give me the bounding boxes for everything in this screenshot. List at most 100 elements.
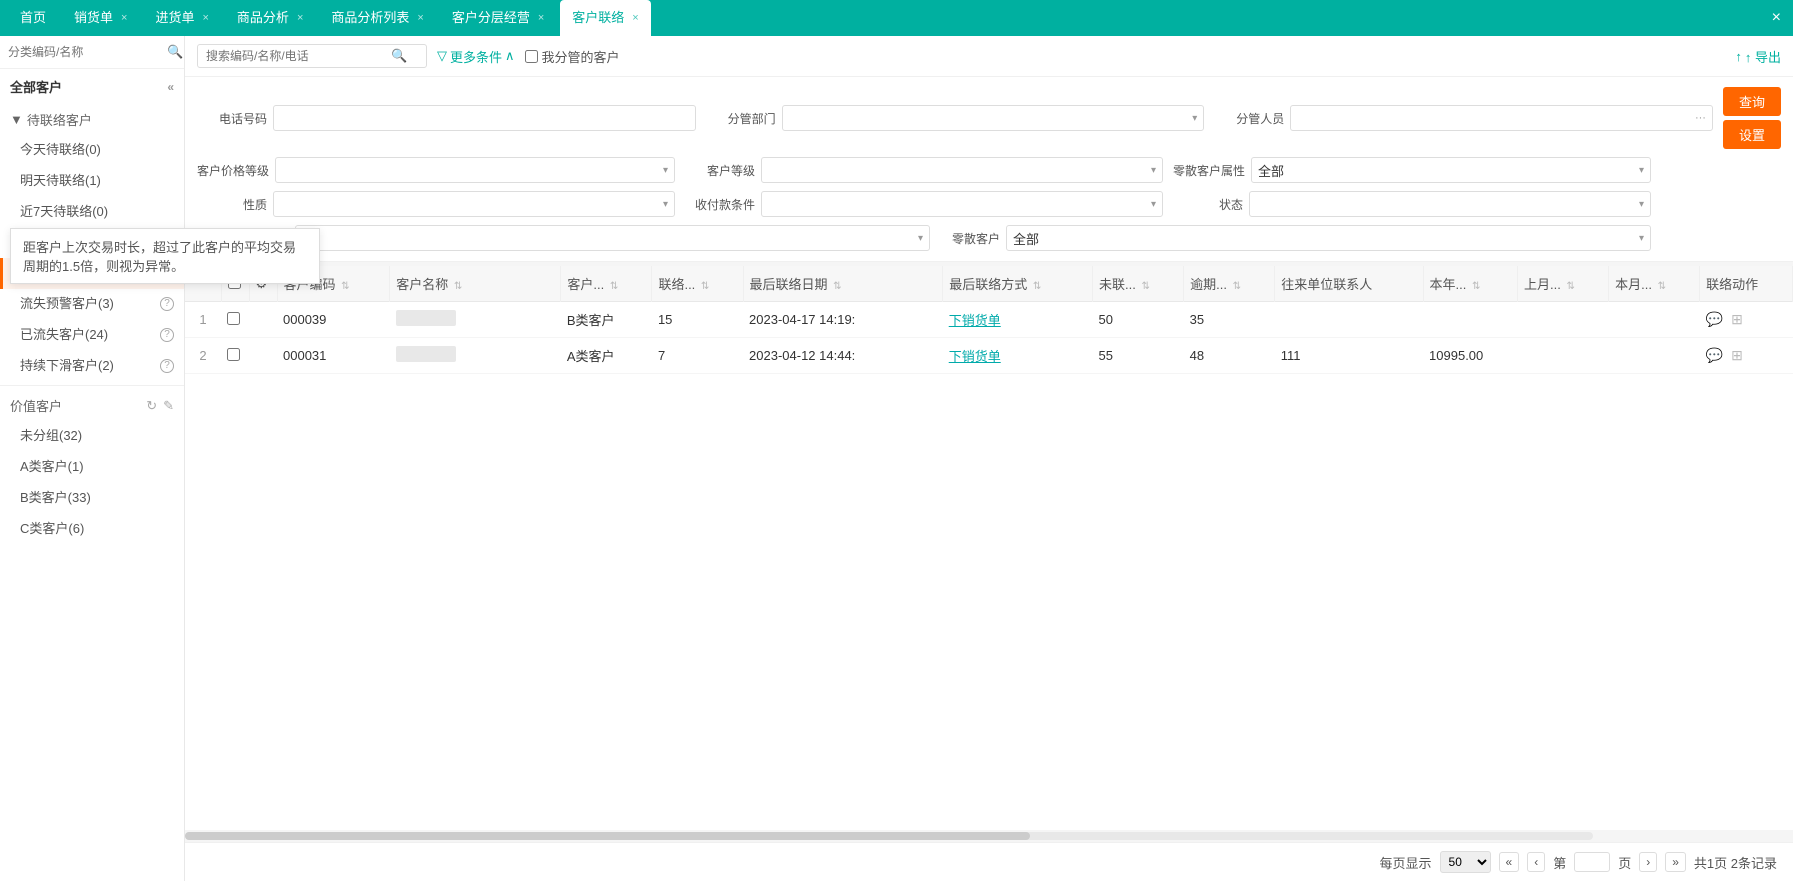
td-checkbox-1[interactable] [221, 302, 249, 338]
status-input[interactable]: ▾ [1249, 191, 1651, 217]
nav-tab-purchase[interactable]: 进货单 × [143, 0, 220, 36]
refresh-icon[interactable]: ↻ [146, 398, 157, 414]
nav-tab-sales[interactable]: 销货单 × [62, 0, 139, 36]
td-this-month-1 [1609, 302, 1700, 338]
td-overdue-1: 35 [1184, 302, 1275, 338]
th-category[interactable]: 客户... ⇅ [561, 266, 652, 302]
nav-tab-home[interactable]: 首页 [8, 0, 58, 36]
price-level-input[interactable]: ▾ [275, 157, 675, 183]
search-icon[interactable]: 🔍 [391, 48, 407, 64]
name-placeholder-1 [396, 310, 456, 326]
nav-tab-analysis-list[interactable]: 商品分析列表 × [319, 0, 435, 36]
th-contact[interactable]: 联络... ⇅ [652, 266, 743, 302]
nav-tab-sales-label: 销货单 [74, 0, 113, 36]
query-button[interactable]: 查询 [1723, 87, 1781, 116]
sidebar-item-declining[interactable]: 持续下滑客户(2) ? [0, 351, 184, 382]
th-last-contact-method[interactable]: 最后联络方式 ⇅ [943, 266, 1093, 302]
close-icon-customer-contact[interactable]: × [632, 0, 638, 36]
search-input[interactable] [206, 49, 386, 63]
chat-icon-1[interactable]: 💬 [1706, 311, 1723, 328]
close-icon-purchase[interactable]: × [202, 0, 208, 36]
export-button[interactable]: ↑ ↑ 导出 [1735, 47, 1781, 66]
sidebar-collapse-button[interactable]: « [167, 80, 174, 94]
sidebar-item-a-class[interactable]: A类客户(1) [0, 452, 184, 483]
sidebar-item-c-class[interactable]: C类客户(6) [0, 514, 184, 545]
dept-input[interactable]: ▾ [782, 105, 1205, 131]
sidebar-item-churn-warning[interactable]: 流失预警客户(3) ? [0, 289, 184, 320]
row-checkbox-1[interactable] [227, 312, 240, 325]
action-icons-1: 💬 ⊞ [1706, 311, 1787, 328]
my-customers-checkbox[interactable] [525, 50, 538, 63]
first-page-button[interactable]: « [1499, 852, 1520, 872]
toolbar: 🔍 ▽ 更多条件 ∧ 我分管的客户 ↑ ↑ 导出 [185, 36, 1793, 77]
td-date-2: 2023-04-12 14:44: [743, 338, 943, 374]
th-last-month[interactable]: 上月... ⇅ [1518, 266, 1609, 302]
person-input[interactable]: ··· [1290, 105, 1713, 131]
customer-level-input[interactable]: ▾ [761, 157, 1163, 183]
sort-icon-category: ⇅ [610, 281, 618, 292]
chat-icon-2[interactable]: 💬 [1706, 347, 1723, 364]
th-name[interactable]: 客户名称 ⇅ [390, 266, 561, 302]
sidebar-item-today[interactable]: 今天待联络(0) [0, 135, 184, 166]
my-customers-checkbox-label[interactable]: 我分管的客户 [525, 47, 620, 66]
h-scrollbar-track[interactable] [185, 832, 1593, 840]
sort-icon-date: ⇅ [833, 281, 841, 292]
main-layout: 🔍 全部客户 « ▼ 待联络客户 今天待联络(0) 明天待联络(1) 近7天待联… [0, 36, 1793, 881]
grid-icon-2[interactable]: ⊞ [1731, 347, 1743, 364]
phone-input[interactable] [273, 105, 696, 131]
method-link-2[interactable]: 下销货单 [949, 349, 1001, 364]
close-icon-customer-layer[interactable]: × [538, 0, 544, 36]
td-checkbox-2[interactable] [221, 338, 249, 374]
nav-tab-customer-layer[interactable]: 客户分层经营 × [440, 0, 556, 36]
sidebar-item-tomorrow[interactable]: 明天待联络(1) [0, 166, 184, 197]
th-unreached[interactable]: 未联... ⇅ [1093, 266, 1184, 302]
nav-tab-customer-contact[interactable]: 客户联络 × [560, 0, 650, 36]
td-method-2[interactable]: 下销货单 [943, 338, 1093, 374]
retail-attr-input[interactable]: 全部▾ [1251, 157, 1651, 183]
td-method-1[interactable]: 下销货单 [943, 302, 1093, 338]
per-page-select[interactable]: 50 100 200 [1440, 851, 1491, 873]
sidebar-section-value[interactable]: 价值客户 ↻ ✎ [0, 390, 184, 421]
retail-customer-input[interactable]: 全部▾ [1006, 225, 1651, 251]
row-checkbox-2[interactable] [227, 348, 240, 361]
gender-input[interactable]: ▾ [273, 191, 675, 217]
td-last-month-2 [1518, 338, 1609, 374]
th-this-month[interactable]: 本月... ⇅ [1609, 266, 1700, 302]
sidebar-item-7days[interactable]: 近7天待联络(0) [0, 197, 184, 228]
close-icon-sales[interactable]: × [121, 0, 127, 36]
gender-label: 性质 [197, 196, 267, 213]
close-icon-analysis[interactable]: × [297, 0, 303, 36]
sidebar-item-b-class[interactable]: B类客户(33) [0, 483, 184, 514]
filter-cell-retail-attr: 零散客户属性 全部▾ [1173, 157, 1651, 183]
th-last-contact-date[interactable]: 最后联络日期 ⇅ [743, 266, 943, 302]
td-empty-2 [249, 338, 277, 374]
sidebar-item-ungrouped[interactable]: 未分组(32) [0, 421, 184, 452]
filter-cell-payment: 收付款条件 ▾ [685, 191, 1163, 217]
anomaly-tooltip: 距客户上次交易时长，超过了此客户的平均交易周期的1.5倍，则视为异常。 [10, 228, 185, 284]
close-icon-analysis-list[interactable]: × [417, 0, 423, 36]
page-input[interactable]: 1 [1574, 852, 1610, 872]
sidebar-section-pending[interactable]: ▼ 待联络客户 [0, 104, 184, 135]
sidebar-item-churned[interactable]: 已流失客户(24) ? [0, 320, 184, 351]
prev-page-button[interactable]: ‹ [1527, 852, 1545, 872]
window-close-button[interactable]: × [1772, 9, 1781, 27]
customer-type-input[interactable]: ▾ [295, 225, 930, 251]
edit-icon[interactable]: ✎ [163, 398, 174, 414]
next-page-button[interactable]: › [1639, 852, 1657, 872]
filter-panel: 电话号码 分管部门 ▾ 分管人员 ··· 查询 设置 [185, 77, 1793, 262]
sidebar-search-input[interactable] [8, 45, 163, 59]
td-unit-contact-1 [1275, 302, 1423, 338]
grid-icon-1[interactable]: ⊞ [1731, 311, 1743, 328]
settings-button[interactable]: 设置 [1723, 120, 1781, 149]
last-page-button[interactable]: » [1665, 852, 1686, 872]
h-scrollbar-thumb[interactable] [185, 832, 1030, 840]
sidebar-search-icon[interactable]: 🔍 [167, 44, 183, 60]
td-contact-2: 7 [652, 338, 743, 374]
th-overdue[interactable]: 逾期... ⇅ [1184, 266, 1275, 302]
more-conditions-button[interactable]: ▽ 更多条件 ∧ [437, 47, 515, 66]
th-this-year[interactable]: 本年... ⇅ [1423, 266, 1517, 302]
payment-input[interactable]: ▾ [761, 191, 1163, 217]
method-link-1[interactable]: 下销货单 [949, 313, 1001, 328]
nav-tab-analysis[interactable]: 商品分析 × [225, 0, 315, 36]
th-unit-contact[interactable]: 往来单位联系人 [1275, 266, 1423, 302]
